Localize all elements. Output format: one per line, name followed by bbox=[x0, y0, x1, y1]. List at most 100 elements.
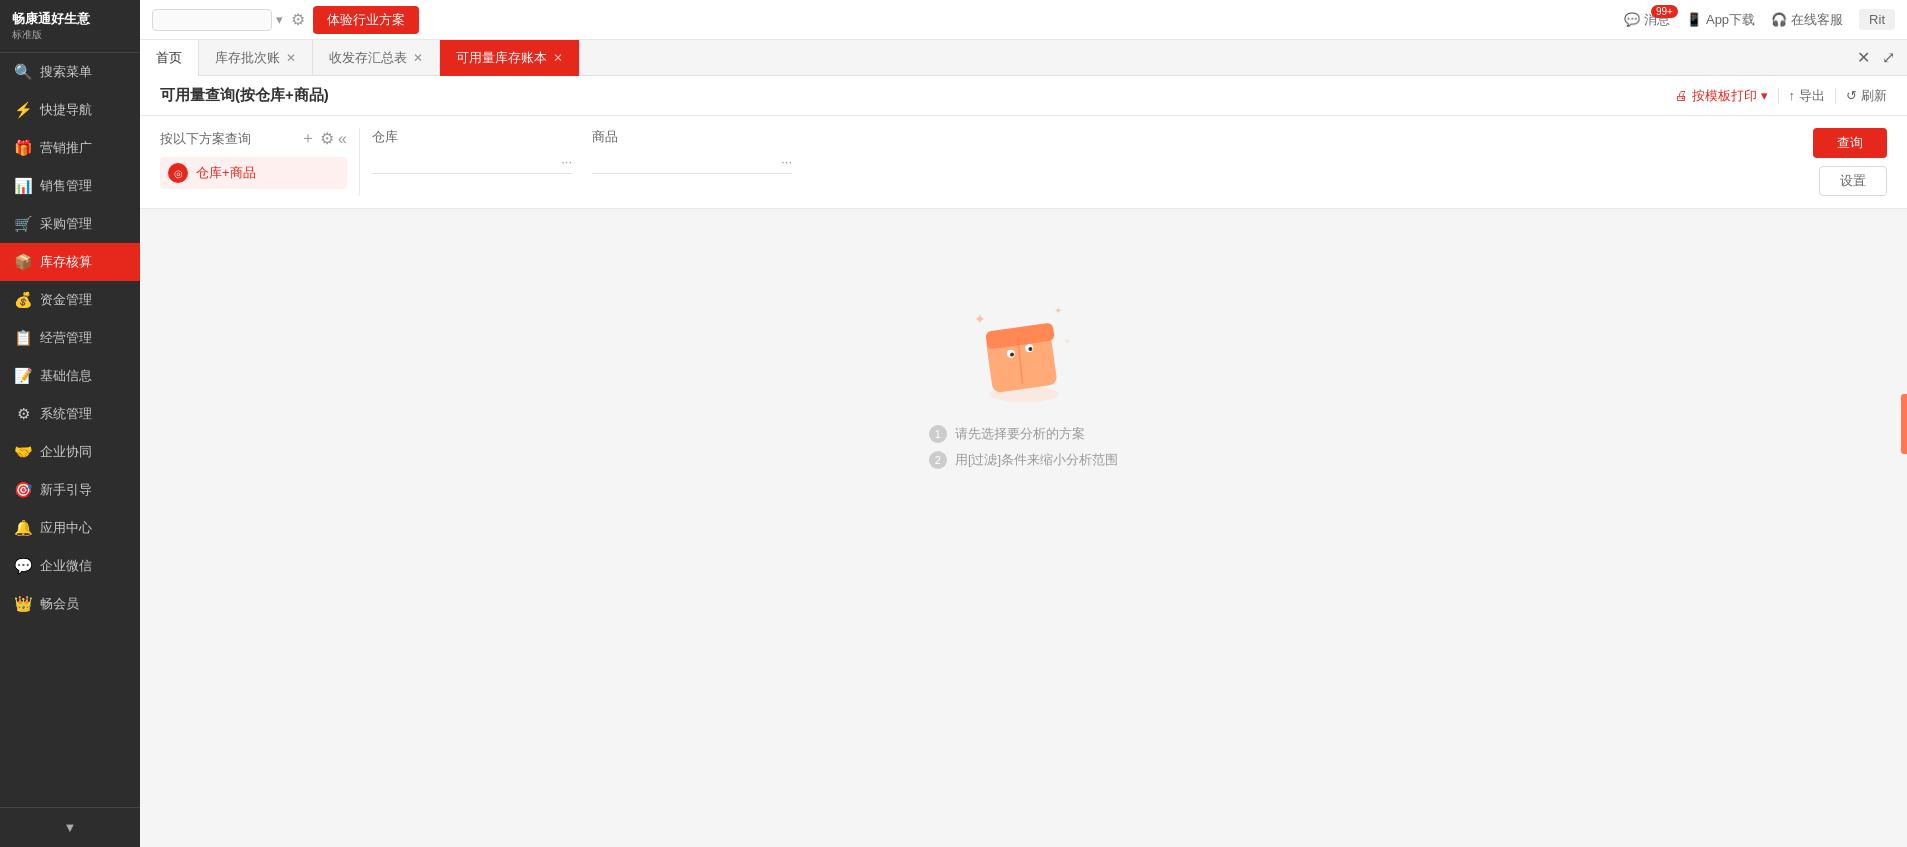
scheme-icon: ◎ bbox=[168, 163, 188, 183]
sidebar-item-label: 销售管理 bbox=[40, 177, 92, 195]
tab-stock-summary[interactable]: 收发存汇总表 ✕ bbox=[313, 40, 440, 76]
online-service-button[interactable]: 🎧 在线客服 bbox=[1771, 11, 1843, 29]
sidebar-item-app-center[interactable]: 🔔应用中心 bbox=[0, 509, 140, 547]
sidebar-item-wechat[interactable]: 💬企业微信 bbox=[0, 547, 140, 585]
export-label: 导出 bbox=[1799, 87, 1825, 105]
sidebar-item-label: 采购管理 bbox=[40, 215, 92, 233]
dropdown-icon[interactable]: ▾ bbox=[276, 12, 283, 27]
hint-text-1: 请先选择要分析的方案 bbox=[955, 425, 1085, 443]
warehouse-input-wrapper: ··· bbox=[372, 150, 572, 174]
sidebar-item-label: 基础信息 bbox=[40, 367, 92, 385]
sidebar-item-label: 畅会员 bbox=[40, 595, 79, 613]
message-button[interactable]: 💬 消息 99+ bbox=[1624, 11, 1670, 29]
purchase-icon: 🛒 bbox=[14, 215, 32, 233]
sidebar-item-label: 资金管理 bbox=[40, 291, 92, 309]
filter-area: 按以下方案查询 ＋ ⚙ « ◎ 仓库+商品 仓库 bbox=[140, 116, 1907, 209]
basic-icon: 📝 bbox=[14, 367, 32, 385]
sidebar-bottom: ▼ bbox=[0, 807, 140, 847]
tab-stock-summary-close[interactable]: ✕ bbox=[413, 51, 423, 65]
svg-text:✦: ✦ bbox=[1064, 337, 1071, 346]
scroll-indicator bbox=[1901, 394, 1907, 454]
hint-text-2: 用[过滤]条件来缩小分析范围 bbox=[955, 451, 1118, 469]
sidebar-item-quick-nav[interactable]: ⚡快捷导航 bbox=[0, 91, 140, 129]
sidebar-item-label: 新手引导 bbox=[40, 481, 92, 499]
app-logo: 畅康通好生意 标准版 bbox=[0, 0, 140, 53]
sidebar-menu: 🔍搜索菜单⚡快捷导航🎁营销推广📊销售管理 🛒 采购管理 📦库存核算 💰 资金管理 📋 经营管理… bbox=[0, 53, 140, 807]
finance-icon: 💰 bbox=[14, 291, 32, 309]
sidebar-item-newbie[interactable]: 🎯 新手引导 bbox=[0, 471, 140, 509]
tab-home[interactable]: 首页 bbox=[140, 40, 199, 76]
sidebar-item-label: 搜索菜单 bbox=[40, 63, 92, 81]
tab-available-stock-label: 可用量库存账本 bbox=[456, 49, 547, 67]
add-scheme-button[interactable]: ＋ bbox=[300, 128, 316, 149]
gear-icon[interactable]: ⚙ bbox=[291, 10, 305, 29]
divider bbox=[1778, 88, 1779, 104]
industry-button[interactable]: 体验行业方案 bbox=[313, 6, 419, 34]
empty-hints: 1 请先选择要分析的方案 2 用[过滤]条件来缩小分析范围 bbox=[929, 425, 1118, 469]
hint-num-1: 1 bbox=[929, 425, 947, 443]
manage-scheme-button[interactable]: ⚙ bbox=[320, 128, 334, 149]
tab-home-label: 首页 bbox=[156, 49, 182, 67]
tab-close-all-button[interactable]: ✕ bbox=[1853, 44, 1874, 71]
tab-expand-button[interactable]: ⤢ bbox=[1878, 44, 1899, 71]
headset-icon: 🎧 bbox=[1771, 12, 1787, 27]
page-title: 可用量查询(按仓库+商品) bbox=[160, 86, 329, 105]
sidebar-item-label: 企业协同 bbox=[40, 443, 92, 461]
tab-actions: ✕ ⤢ bbox=[1853, 44, 1907, 71]
app-download-button[interactable]: 📱 App下载 bbox=[1686, 11, 1755, 29]
sidebar-item-purchase[interactable]: 🛒 采购管理 bbox=[0, 205, 140, 243]
message-icon: 💬 bbox=[1624, 12, 1640, 27]
tab-batch-account[interactable]: 库存批次账 ✕ bbox=[199, 40, 313, 76]
warehouse-more-button[interactable]: ··· bbox=[561, 154, 572, 169]
print-button[interactable]: 🖨 按模板打印 ▾ bbox=[1675, 87, 1768, 105]
export-button[interactable]: ↑ 导出 bbox=[1789, 87, 1826, 105]
app-center-icon: 🔔 bbox=[14, 519, 32, 537]
operation-icon: 📋 bbox=[14, 329, 32, 347]
goods-more-button[interactable]: ··· bbox=[781, 154, 792, 169]
tab-batch-account-close[interactable]: ✕ bbox=[286, 51, 296, 65]
filter-scheme-label: 按以下方案查询 bbox=[160, 130, 251, 148]
user-button[interactable]: Rit bbox=[1859, 9, 1895, 30]
tab-available-stock-close[interactable]: ✕ bbox=[553, 51, 563, 65]
sidebar-item-inventory[interactable]: 📦库存核算 bbox=[0, 243, 140, 281]
filter-scheme-header: 按以下方案查询 ＋ ⚙ « bbox=[160, 128, 347, 149]
main-area: ▾ ⚙ 体验行业方案 💬 消息 99+ 📱 App下载 🎧 在线客服 Rit 首… bbox=[140, 0, 1907, 847]
print-dropdown-icon[interactable]: ▾ bbox=[1761, 88, 1768, 103]
goods-input-wrapper: ··· bbox=[592, 150, 792, 174]
sidebar-item-enterprise[interactable]: 🤝 企业协同 bbox=[0, 433, 140, 471]
empty-illustration: ✦ ✦ ✦ bbox=[964, 289, 1084, 409]
sidebar-scroll-down[interactable]: ▼ bbox=[0, 816, 140, 839]
export-icon: ↑ bbox=[1789, 88, 1796, 103]
sidebar-item-label: 经营管理 bbox=[40, 329, 92, 347]
search-input[interactable] bbox=[152, 9, 272, 31]
refresh-button[interactable]: ↺ 刷新 bbox=[1846, 87, 1887, 105]
sidebar-item-member[interactable]: 👑畅会员 bbox=[0, 585, 140, 623]
sidebar-item-marketing[interactable]: 🎁营销推广 bbox=[0, 129, 140, 167]
sidebar-item-system[interactable]: ⚙系统管理 bbox=[0, 395, 140, 433]
sidebar-item-label: 库存核算 bbox=[40, 253, 92, 271]
sidebar-item-basic[interactable]: 📝 基础信息 bbox=[0, 357, 140, 395]
sidebar-item-finance[interactable]: 💰 资金管理 bbox=[0, 281, 140, 319]
sidebar: 畅康通好生意 标准版 🔍搜索菜单⚡快捷导航🎁营销推广📊销售管理 🛒 采购管理 📦库存核… bbox=[0, 0, 140, 847]
print-label: 按模板打印 bbox=[1692, 87, 1757, 105]
collapse-scheme-button[interactable]: « bbox=[338, 128, 347, 149]
tab-stock-summary-label: 收发存汇总表 bbox=[329, 49, 407, 67]
sidebar-item-search[interactable]: 🔍搜索菜单 bbox=[0, 53, 140, 91]
settings-button[interactable]: 设置 bbox=[1819, 166, 1887, 196]
query-button[interactable]: 查询 bbox=[1813, 128, 1887, 158]
sidebar-item-sales[interactable]: 📊销售管理 bbox=[0, 167, 140, 205]
tab-batch-account-label: 库存批次账 bbox=[215, 49, 280, 67]
tab-available-stock[interactable]: 可用量库存账本 ✕ bbox=[440, 40, 580, 76]
empty-hint-2: 2 用[过滤]条件来缩小分析范围 bbox=[929, 451, 1118, 469]
wechat-icon: 💬 bbox=[14, 557, 32, 575]
enterprise-icon: 🤝 bbox=[14, 443, 32, 461]
filter-scheme-panel: 按以下方案查询 ＋ ⚙ « ◎ 仓库+商品 bbox=[160, 128, 360, 196]
filter-field-warehouse: 仓库 ··· bbox=[372, 128, 572, 174]
sidebar-item-label: 系统管理 bbox=[40, 405, 92, 423]
tab-bar: 首页 库存批次账 ✕ 收发存汇总表 ✕ 可用量库存账本 ✕ ✕ ⤢ bbox=[140, 40, 1907, 76]
scheme-item-warehouse-goods[interactable]: ◎ 仓库+商品 bbox=[160, 157, 347, 189]
warehouse-input[interactable] bbox=[372, 154, 557, 169]
goods-input[interactable] bbox=[592, 154, 777, 169]
sidebar-item-operation[interactable]: 📋 经营管理 bbox=[0, 319, 140, 357]
newbie-icon: 🎯 bbox=[14, 481, 32, 499]
